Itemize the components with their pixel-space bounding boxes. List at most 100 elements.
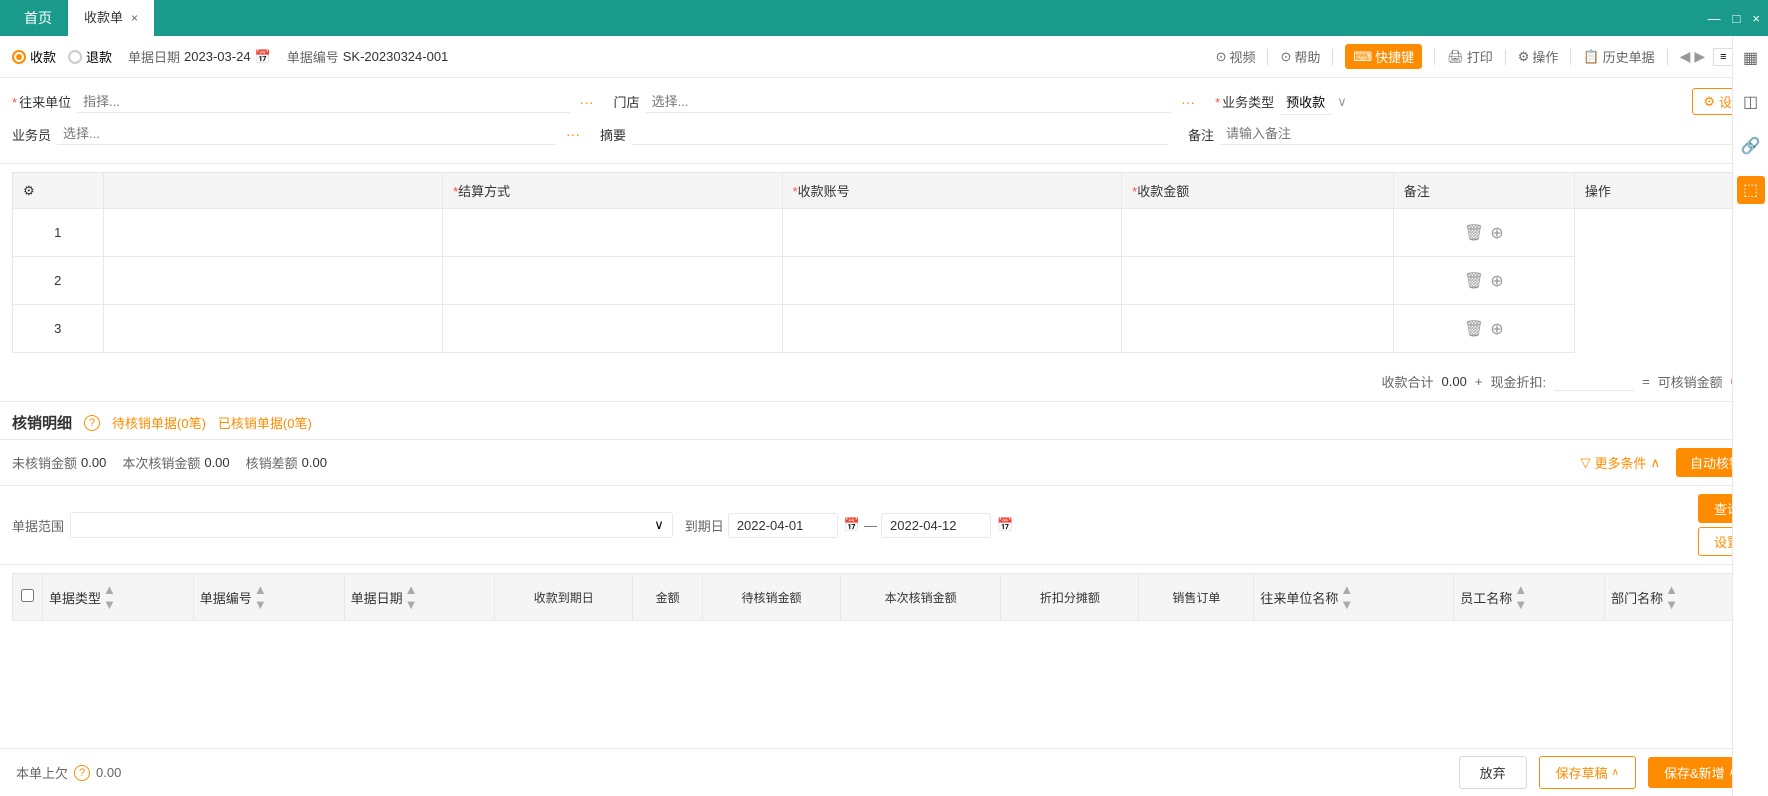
counterpart-more-btn[interactable]: ··· <box>580 94 594 110</box>
doc-date-value: 2023-03-24 <box>184 49 251 64</box>
chevron-icon: ∧ <box>1650 455 1660 471</box>
row-num-3: 3 <box>13 305 104 353</box>
th-current-wo: 本次核销金额 <box>840 574 1000 621</box>
print-link[interactable]: 🖨 打印 <box>1447 47 1493 66</box>
remark-label: 备注 <box>1188 125 1214 144</box>
prev-arrow[interactable]: ◀ <box>1680 48 1691 65</box>
more-conditions-btn[interactable]: ▽ 更多条件 ∧ <box>1580 453 1660 472</box>
row-delete-1[interactable]: 🗑 <box>1464 223 1484 243</box>
tab-home[interactable]: 首页 <box>8 0 68 36</box>
th-remark: 备注 <box>1393 173 1574 209</box>
radio-refund[interactable]: 退款 <box>68 47 112 66</box>
operations-link[interactable]: ⚙ 操作 <box>1518 47 1559 66</box>
business-type-value: 预收款 <box>1286 92 1325 111</box>
store-more-btn[interactable]: ··· <box>1181 94 1195 110</box>
writeoff-info-icon[interactable]: ? <box>84 415 100 431</box>
counterpart-label: *往来单位 <box>12 92 71 111</box>
summary-label: 摘要 <box>600 125 626 144</box>
radio-refund-label: 退款 <box>86 47 112 66</box>
maximize-btn[interactable]: □ <box>1733 11 1741 26</box>
close-btn[interactable]: × <box>1752 11 1760 26</box>
row-account-2 <box>443 257 783 305</box>
counterpart-input[interactable] <box>77 91 569 113</box>
date-range-field: 到期日 📅 — 📅 <box>685 513 1013 538</box>
staff-more-btn[interactable]: ··· <box>566 126 580 142</box>
help-icon: ⊙ <box>1280 49 1291 65</box>
remark-input[interactable] <box>1220 123 1756 145</box>
table-row: 3 🗑 ⊕ <box>13 305 1756 353</box>
th-settings[interactable]: ⚙ <box>13 173 104 209</box>
business-type-arrow[interactable]: ∨ <box>1337 94 1347 110</box>
date-from-input[interactable] <box>728 513 838 538</box>
counterpart-field: *往来单位 ··· <box>12 91 594 113</box>
shortcut-link[interactable]: ⌨ 快捷键 <box>1345 44 1422 69</box>
sidebar-icon-2[interactable]: ◫ <box>1737 88 1765 116</box>
row-copy-2[interactable]: ⊕ <box>1490 271 1503 291</box>
next-arrow[interactable]: ▶ <box>1694 48 1705 65</box>
layout-btn-1[interactable]: ≡ <box>1713 48 1733 66</box>
doc-date-label: 单据日期 <box>128 47 180 66</box>
tab-receipt-label: 收款单 <box>84 0 123 36</box>
th-type: 单据类型 ▲▼ <box>43 574 194 621</box>
net-label: 可核销金额 <box>1658 372 1723 391</box>
current-stat: 本次核销金额 0.00 <box>122 453 229 472</box>
store-input[interactable] <box>646 91 1172 113</box>
done-tab[interactable]: 已核销单据(0笔) <box>218 413 312 432</box>
doc-date-field: 单据日期 2023-03-24 📅 <box>128 47 271 66</box>
th-type-label: 单据类型 <box>49 588 101 607</box>
row-remark-2 <box>1122 257 1394 305</box>
filter-icon: ▽ <box>1580 455 1590 471</box>
save-draft-btn[interactable]: 保存草稿 ∧ <box>1539 756 1636 789</box>
date-to-input[interactable] <box>881 513 991 538</box>
pending-tab[interactable]: 待核销单据(0笔) <box>112 413 206 432</box>
filter-row: 单据范围 ∨ 到期日 📅 — 📅 查询 设置 <box>0 485 1768 565</box>
sidebar-icon-4[interactable]: ⬚ <box>1737 176 1765 204</box>
select-all-checkbox[interactable] <box>21 589 34 602</box>
operations-icon: ⚙ <box>1518 49 1530 65</box>
doc-date-calendar-icon[interactable]: 📅 <box>255 49 271 65</box>
toolbar-row: 收款 退款 单据日期 2023-03-24 📅 单据编号 SK-20230324… <box>0 36 1768 78</box>
doc-num-field: 单据编号 SK-20230324-001 <box>287 47 449 66</box>
th-amount: 金额 <box>633 574 703 621</box>
row-copy-3[interactable]: ⊕ <box>1490 319 1503 339</box>
radio-receipt[interactable]: 收款 <box>12 47 56 66</box>
minimize-btn[interactable]: — <box>1708 11 1721 26</box>
range-select[interactable]: ∨ <box>70 512 673 538</box>
row-num-2: 2 <box>13 257 104 305</box>
th-discount: 折扣分摊额 <box>1001 574 1139 621</box>
table-row: 1 🗑 ⊕ <box>13 209 1756 257</box>
video-icon: ⊙ <box>1216 49 1227 65</box>
diff-value: 0.00 <box>302 455 327 470</box>
operations-label: 操作 <box>1532 47 1558 66</box>
sidebar-icon-3[interactable]: 🔗 <box>1737 132 1765 160</box>
summary-field: 摘要 <box>600 123 1168 145</box>
business-type-select[interactable]: 预收款 <box>1280 89 1331 115</box>
cal-to-icon[interactable]: 📅 <box>997 517 1013 533</box>
more-conditions-label: 更多条件 <box>1594 453 1646 472</box>
th-amount: *收款金额 <box>1122 173 1394 209</box>
th-staff-label: 员工名称 <box>1460 588 1512 607</box>
range-label: 单据范围 <box>12 516 64 535</box>
sidebar-icon-1[interactable]: ▦ <box>1737 44 1765 72</box>
row-delete-3[interactable]: 🗑 <box>1464 319 1484 339</box>
th-settle: *结算方式 <box>443 173 783 209</box>
total-label: 收款合计 <box>1382 372 1434 391</box>
row-copy-1[interactable]: ⊕ <box>1490 223 1503 243</box>
row-delete-2[interactable]: 🗑 <box>1464 271 1484 291</box>
discount-input[interactable] <box>1554 371 1634 391</box>
video-link[interactable]: ⊙ 视频 <box>1216 47 1256 66</box>
footer-info-icon[interactable]: ? <box>74 765 90 781</box>
doc-num-label: 单据编号 <box>287 47 339 66</box>
staff-input[interactable] <box>57 123 556 145</box>
help-link[interactable]: ⊙ 帮助 <box>1280 47 1320 66</box>
divider5 <box>1570 49 1571 65</box>
tab-close-icon[interactable]: × <box>131 0 138 36</box>
form-row-2: 业务员 ··· 摘要 备注 <box>12 123 1756 145</box>
tab-receipt[interactable]: 收款单 × <box>68 0 154 36</box>
history-link[interactable]: 📋 历史单据 <box>1583 47 1654 66</box>
abandon-btn[interactable]: 放弃 <box>1459 756 1527 789</box>
summary-input[interactable] <box>632 123 1168 145</box>
store-label: 门店 <box>614 92 640 111</box>
cal-from-icon[interactable]: 📅 <box>844 517 860 533</box>
row-action-1: 🗑 ⊕ <box>1393 209 1574 257</box>
